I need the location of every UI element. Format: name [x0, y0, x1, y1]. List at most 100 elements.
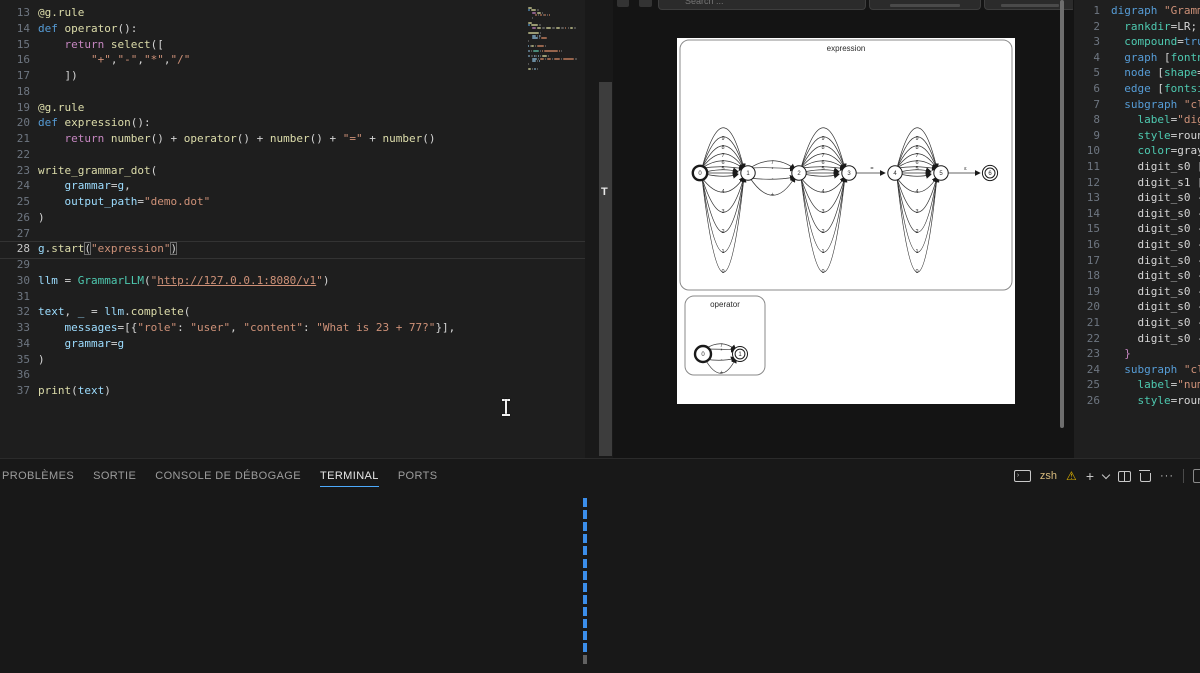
line-number[interactable]: 17 — [1074, 253, 1100, 269]
code-line[interactable]: 21 digit_s0 -> — [1074, 315, 1200, 331]
tab-problems[interactable]: PROBLÈMES — [2, 466, 74, 486]
code-line[interactable]: 16 "+","-","*","/" — [0, 52, 585, 68]
line-number[interactable]: 24 — [1074, 362, 1100, 378]
line-number[interactable]: 24 — [0, 178, 30, 194]
line-number[interactable]: 18 — [0, 84, 30, 100]
line-number[interactable]: 9 — [1074, 128, 1100, 144]
code-line[interactable]: 17 digit_s0 -> — [1074, 253, 1200, 269]
split-terminal-button[interactable] — [1118, 470, 1131, 482]
code-line[interactable]: 21 return number() + operator() + number… — [0, 131, 585, 147]
code-line[interactable]: 25 label="num — [1074, 377, 1200, 393]
code-line[interactable]: 24 subgraph "clu — [1074, 362, 1200, 378]
terminal-icon[interactable]: › — [1013, 470, 1031, 482]
code-line[interactable]: 23 write_grammar_dot( — [0, 163, 585, 179]
line-number[interactable]: 6 — [1074, 81, 1100, 97]
code-line[interactable]: 19 digit_s0 -> — [1074, 284, 1200, 300]
code-line[interactable]: 26) — [0, 210, 585, 226]
code-line[interactable]: 13 digit_s0 -> — [1074, 190, 1200, 206]
code-line[interactable]: 2 rankdir=LR; — [1074, 19, 1200, 35]
code-line[interactable]: 13 @g.rule — [0, 5, 585, 21]
line-number[interactable]: 13 — [1074, 190, 1100, 206]
minimap[interactable] — [523, 0, 585, 458]
tab-terminal[interactable]: TERMINAL — [319, 466, 379, 487]
line-number[interactable]: 26 — [1074, 393, 1100, 409]
line-number[interactable]: 16 — [0, 52, 30, 68]
line-number[interactable]: 31 — [0, 289, 30, 305]
line-number[interactable]: 29 — [0, 257, 30, 273]
code-line[interactable]: 15 return select([ — [0, 37, 585, 53]
chevron-down-icon[interactable] — [1101, 470, 1111, 479]
code-line[interactable]: 37 print(text) — [0, 383, 585, 399]
code-line[interactable]: 20 def expression(): — [0, 115, 585, 131]
code-line[interactable]: 18 — [0, 84, 585, 100]
line-number[interactable]: 15 — [0, 37, 30, 53]
line-number[interactable]: 18 — [1074, 268, 1100, 284]
line-number[interactable]: 7 — [1074, 97, 1100, 113]
line-number[interactable]: 19 — [0, 100, 30, 116]
code-line[interactable]: 8 label="digi — [1074, 112, 1200, 128]
code-line[interactable]: 11 digit_s0 [ — [1074, 159, 1200, 175]
line-number[interactable]: 1 — [1074, 3, 1100, 19]
kill-terminal-button[interactable] — [1139, 470, 1151, 482]
code-line[interactable]: 20 digit_s0 -> — [1074, 299, 1200, 315]
more-actions-button[interactable]: ··· — [1160, 470, 1174, 482]
code-line[interactable]: 29 — [0, 257, 585, 273]
code-line[interactable]: 12 digit_s1 [ — [1074, 175, 1200, 191]
code-line[interactable]: 9 style=round — [1074, 128, 1200, 144]
code-line[interactable]: 34 grammar=g — [0, 336, 585, 352]
line-number[interactable]: 19 — [1074, 284, 1100, 300]
line-number[interactable]: 37 — [0, 383, 30, 399]
tab-output[interactable]: SORTIE — [93, 466, 136, 486]
code-line[interactable]: 6 edge [fontsiz — [1074, 81, 1200, 97]
code-line[interactable]: 33 messages=[{"role": "user", "content":… — [0, 320, 585, 336]
code-line[interactable]: 27 — [0, 226, 585, 242]
line-number[interactable]: 23 — [1074, 346, 1100, 362]
line-number[interactable]: 20 — [0, 115, 30, 131]
shell-label[interactable]: zsh — [1040, 470, 1057, 482]
code-line[interactable]: 7 subgraph "clu — [1074, 97, 1200, 113]
line-number[interactable]: 25 — [0, 194, 30, 210]
code-line[interactable]: 28 g.start("expression") — [0, 241, 585, 257]
line-number[interactable]: 35 — [0, 352, 30, 368]
code-line[interactable]: 5 node [shape= — [1074, 65, 1200, 81]
line-number[interactable]: 22 — [1074, 331, 1100, 347]
line-number[interactable]: 33 — [0, 320, 30, 336]
line-number[interactable]: 25 — [1074, 377, 1100, 393]
python-editor[interactable]: 1213@g.rule14def operator():15 return se… — [0, 0, 585, 458]
code-line[interactable]: 22 digit_s0 -> — [1074, 331, 1200, 347]
code-line[interactable]: 35) — [0, 352, 585, 368]
code-line[interactable]: 22 — [0, 147, 585, 163]
line-number[interactable]: 28 — [0, 241, 30, 257]
code-line[interactable]: 32 text, _ = llm.complete( — [0, 304, 585, 320]
tab-debug-console[interactable]: CONSOLE DE DÉBOGAGE — [155, 466, 301, 486]
code-line[interactable]: 36 — [0, 367, 585, 383]
code-line[interactable]: 23 } — [1074, 346, 1200, 362]
code-line[interactable]: 1digraph "Gramma — [1074, 3, 1200, 19]
line-number[interactable]: 4 — [1074, 50, 1100, 66]
code-line[interactable]: 14 def operator(): — [0, 21, 585, 37]
toolbar-icon[interactable] — [639, 0, 652, 7]
line-number[interactable]: 14 — [0, 21, 30, 37]
code-line[interactable]: 25 output_path="demo.dot" — [0, 194, 585, 210]
code-line[interactable]: 10 color=gray — [1074, 143, 1200, 159]
line-number[interactable]: 11 — [1074, 159, 1100, 175]
code-line[interactable]: 17 ]) — [0, 68, 585, 84]
toolbar-icon[interactable] — [617, 0, 629, 7]
new-terminal-button[interactable]: + — [1086, 468, 1094, 484]
warning-icon[interactable]: ⚠ — [1066, 469, 1077, 483]
line-number[interactable]: 20 — [1074, 299, 1100, 315]
tab-ports[interactable]: PORTS — [398, 466, 438, 486]
code-line[interactable]: 15 digit_s0 -> — [1074, 221, 1200, 237]
line-number[interactable]: 8 — [1074, 112, 1100, 128]
line-number[interactable]: 21 — [0, 131, 30, 147]
line-number[interactable]: 12 — [1074, 175, 1100, 191]
line-number[interactable]: 13 — [0, 5, 30, 21]
code-line[interactable]: 16 digit_s0 -> — [1074, 237, 1200, 253]
line-number[interactable]: 10 — [1074, 143, 1100, 159]
line-number[interactable]: 3 — [1074, 34, 1100, 50]
line-number[interactable]: 2 — [1074, 19, 1100, 35]
line-number[interactable]: 21 — [1074, 315, 1100, 331]
line-number[interactable]: 14 — [1074, 206, 1100, 222]
code-line[interactable]: 26 style=round — [1074, 393, 1200, 409]
line-number[interactable]: 5 — [1074, 65, 1100, 81]
